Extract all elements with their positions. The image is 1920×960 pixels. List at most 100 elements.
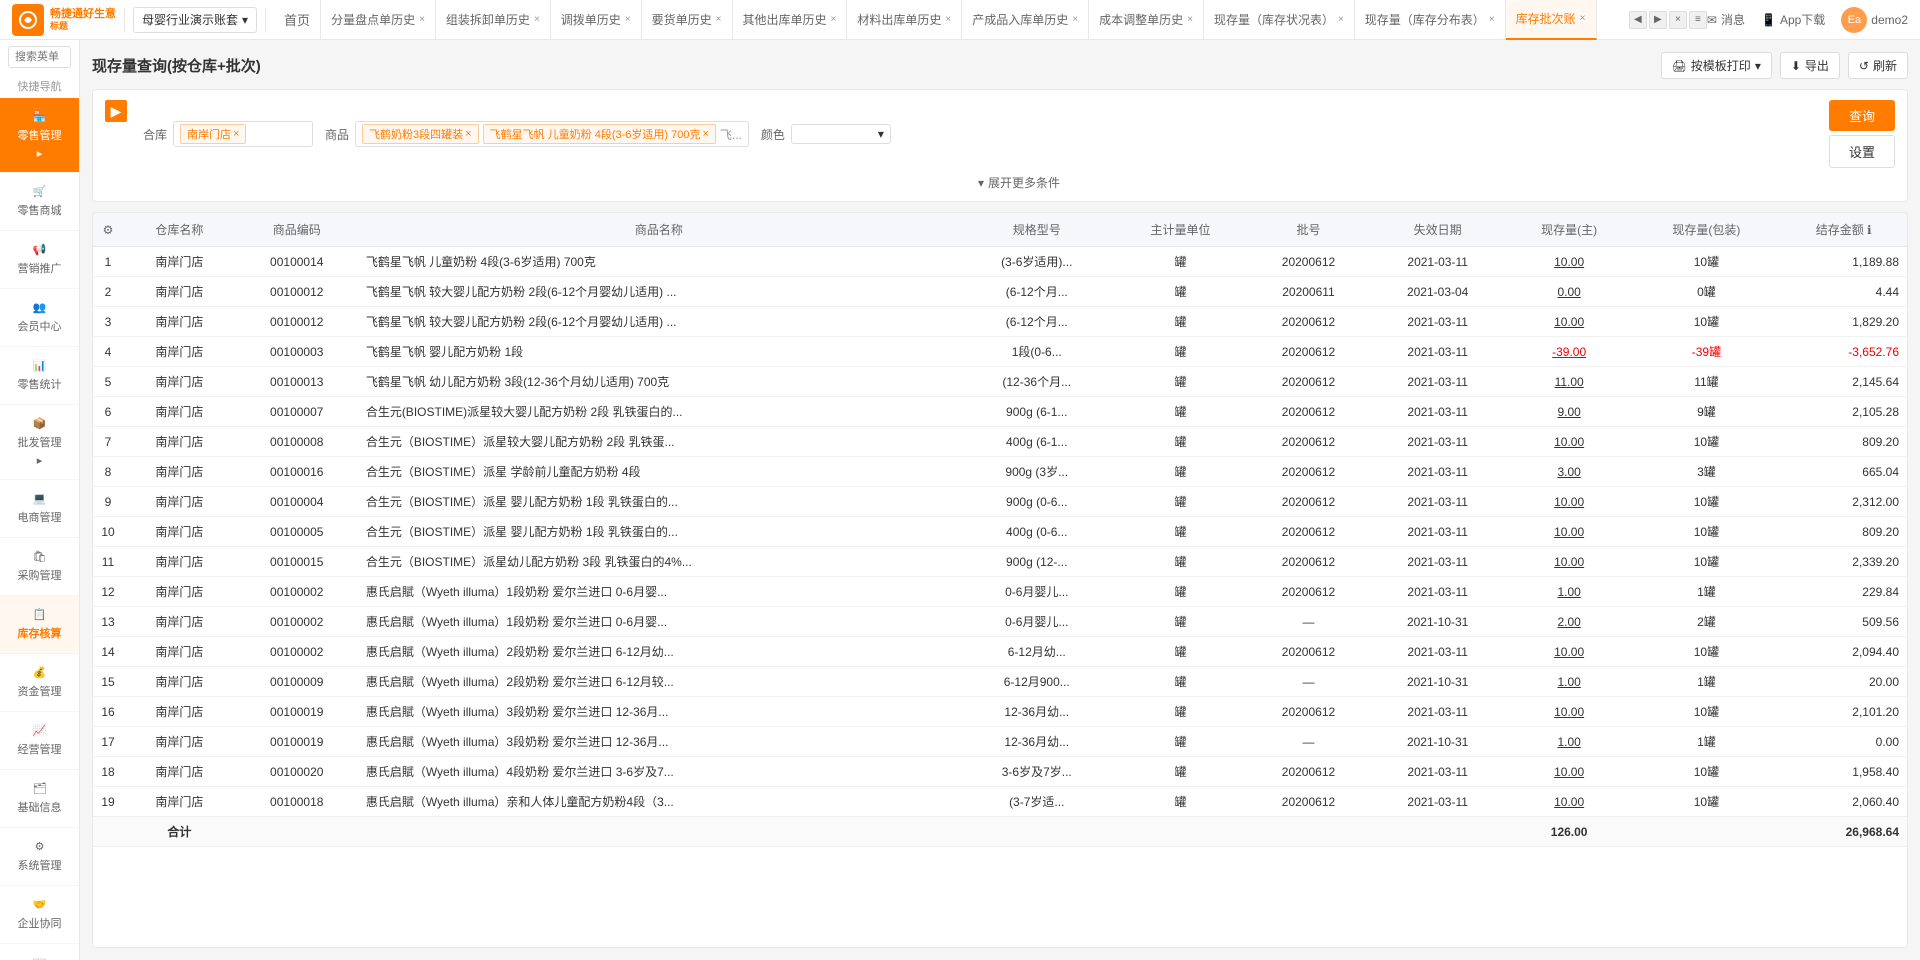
- close-icon[interactable]: ×: [534, 14, 540, 25]
- top-tab-5[interactable]: 材料出库单历史 ×: [847, 0, 962, 40]
- sidebar-item-finance[interactable]: 💰 资金管理: [0, 654, 79, 712]
- basic-icon: 🗂: [33, 782, 47, 795]
- close-icon[interactable]: ×: [419, 14, 425, 25]
- close-icon[interactable]: ×: [831, 14, 837, 25]
- top-tab-6[interactable]: 产成品入库单历史 ×: [962, 0, 1089, 40]
- operation-icon: 📈: [33, 724, 47, 737]
- sidebar-item-system[interactable]: ⚙ 系统管理: [0, 828, 79, 886]
- row-qty-main[interactable]: 10.00: [1506, 247, 1633, 277]
- tab-next-btn[interactable]: ▶: [1649, 11, 1667, 29]
- sidebar-item-mall[interactable]: 🛒 零售商城: [0, 173, 79, 231]
- row-amount: 2,105.28: [1780, 397, 1907, 427]
- sidebar-item-purchase[interactable]: 🛍 采购管理: [0, 538, 79, 596]
- close-icon[interactable]: ×: [716, 14, 722, 25]
- sidebar-item-collab[interactable]: 🤝 企业协同: [0, 886, 79, 944]
- color-input[interactable]: ▾: [791, 124, 891, 144]
- row-qty-main[interactable]: 11.00: [1506, 367, 1633, 397]
- top-tab-3[interactable]: 要货单历史 ×: [642, 0, 733, 40]
- warehouse-tag-group[interactable]: 南岸门店 ×: [173, 121, 313, 147]
- row-qty-main[interactable]: 1.00: [1506, 577, 1633, 607]
- warehouse-filter: 合库 南岸门店 ×: [143, 121, 313, 147]
- row-qty-main[interactable]: -39.00: [1506, 337, 1633, 367]
- template-print-btn[interactable]: 🖨 按模板打印 ▾: [1661, 52, 1772, 79]
- expand-filter-btn[interactable]: ▾ 展开更多条件: [978, 174, 1060, 191]
- warehouse-tag-0[interactable]: 南岸门店 ×: [180, 124, 246, 144]
- sidebar-item-basic[interactable]: 🗂 基础信息: [0, 770, 79, 828]
- app-download-btn[interactable]: 📱 App下载: [1761, 11, 1825, 28]
- row-qty-main[interactable]: 10.00: [1506, 547, 1633, 577]
- row-qty-main[interactable]: 3.00: [1506, 457, 1633, 487]
- refresh-btn[interactable]: ↺ 刷新: [1848, 52, 1908, 79]
- row-code: 00100019: [236, 727, 358, 757]
- sidebar-item-wholesale[interactable]: 📦 批发管理 ▸: [0, 405, 79, 480]
- query-btn[interactable]: 查询: [1829, 100, 1895, 131]
- row-warehouse: 南岸门店: [123, 427, 236, 457]
- product-tag-1[interactable]: 飞鹤星飞帆 儿童奶粉 4段(3-6岁适用) 700克 ×: [483, 124, 716, 144]
- close-icon[interactable]: ×: [1072, 14, 1078, 25]
- remove-product-1-icon[interactable]: ×: [702, 128, 708, 140]
- industry-selector[interactable]: 母婴行业演示账套 ▾: [133, 7, 257, 33]
- sidebar-item-retail[interactable]: 🏪 零售管理 ▸: [0, 98, 79, 173]
- row-qty-main[interactable]: 10.00: [1506, 487, 1633, 517]
- message-btn[interactable]: ✉ 消息: [1707, 11, 1745, 28]
- tab-close-btn[interactable]: ×: [1669, 11, 1687, 29]
- close-icon[interactable]: ×: [1338, 14, 1344, 25]
- close-icon[interactable]: ×: [1580, 13, 1586, 24]
- row-qty-main[interactable]: 10.00: [1506, 307, 1633, 337]
- close-icon[interactable]: ×: [1489, 14, 1495, 25]
- close-icon[interactable]: ×: [1187, 14, 1193, 25]
- row-name: 惠氏启賦（Wyeth illuma）3段奶粉 爱尔兰进口 12-36月...: [358, 697, 960, 727]
- print-icon: 🖨: [1672, 59, 1687, 73]
- row-code: 00100002: [236, 607, 358, 637]
- close-icon[interactable]: ×: [625, 14, 631, 25]
- row-name: 惠氏启賦（Wyeth illuma）1段奶粉 爱尔兰进口 0-6月婴...: [358, 577, 960, 607]
- tab-home[interactable]: 首页: [274, 0, 321, 40]
- sidebar-item-inventory[interactable]: 📋 库存核算: [0, 596, 79, 654]
- top-tab-9[interactable]: 现存量（库存分布表） ×: [1355, 0, 1506, 40]
- top-tab-0[interactable]: 分量盘点单历史 ×: [321, 0, 436, 40]
- row-qty-main[interactable]: 2.00: [1506, 607, 1633, 637]
- row-qty-main[interactable]: 0.00: [1506, 277, 1633, 307]
- sidebar-item-marketing[interactable]: 📢 营销推广: [0, 231, 79, 289]
- close-icon[interactable]: ×: [945, 14, 951, 25]
- top-tab-7[interactable]: 成本调整单历史 ×: [1089, 0, 1204, 40]
- row-qty-main[interactable]: 9.00: [1506, 397, 1633, 427]
- row-qty-main[interactable]: 10.00: [1506, 427, 1633, 457]
- sidebar-item-guide[interactable]: 📖 新手引导: [0, 944, 79, 960]
- row-expire: 2021-03-04: [1370, 277, 1506, 307]
- top-tab-10[interactable]: 库存批次账 ×: [1506, 0, 1597, 40]
- sidebar-item-ecommerce[interactable]: 💻 电商管理: [0, 480, 79, 538]
- row-amount: 665.04: [1780, 457, 1907, 487]
- top-tab-2[interactable]: 调拨单历史 ×: [551, 0, 642, 40]
- product-more[interactable]: 飞...: [720, 126, 742, 143]
- row-name: 飞鹤星飞帆 儿童奶粉 4段(3-6岁适用) 700克: [358, 247, 960, 277]
- remove-product-0-icon[interactable]: ×: [465, 128, 471, 140]
- sidebar-item-operation[interactable]: 📈 经营管理: [0, 712, 79, 770]
- refresh-icon: ↺: [1859, 59, 1869, 73]
- row-qty-main[interactable]: 10.00: [1506, 757, 1633, 787]
- remove-warehouse-icon[interactable]: ×: [233, 128, 239, 140]
- row-qty-main[interactable]: 10.00: [1506, 787, 1633, 817]
- top-tab-4[interactable]: 其他出库单历史 ×: [733, 0, 848, 40]
- product-tag-0[interactable]: 飞鹤奶粉3段四罐装 ×: [362, 124, 479, 144]
- row-qty-main[interactable]: 10.00: [1506, 517, 1633, 547]
- tab-menu-btn[interactable]: ≡: [1689, 11, 1707, 29]
- top-tab-8[interactable]: 现存量（库存状况表） ×: [1204, 0, 1355, 40]
- search-input[interactable]: [8, 46, 71, 68]
- row-expire: 2021-03-11: [1370, 337, 1506, 367]
- tab-prev-btn[interactable]: ◀: [1629, 11, 1647, 29]
- row-qty-main[interactable]: 1.00: [1506, 667, 1633, 697]
- settings-btn[interactable]: 设置: [1829, 135, 1895, 168]
- product-tag-group[interactable]: 飞鹤奶粉3段四罐装 × 飞鹤星飞帆 儿童奶粉 4段(3-6岁适用) 700克 ×…: [355, 121, 749, 147]
- row-warehouse: 南岸门店: [123, 397, 236, 427]
- sidebar-item-member[interactable]: 👥 会员中心: [0, 289, 79, 347]
- export-btn[interactable]: ⬇ 导出: [1780, 52, 1840, 79]
- row-qty-main[interactable]: 10.00: [1506, 697, 1633, 727]
- filter-toggle-btn[interactable]: ▶: [105, 100, 127, 122]
- user-avatar[interactable]: Ea demo2: [1841, 7, 1908, 33]
- col-settings[interactable]: ⚙: [93, 213, 123, 247]
- row-qty-main[interactable]: 1.00: [1506, 727, 1633, 757]
- top-tab-1[interactable]: 组装拆卸单历史 ×: [436, 0, 551, 40]
- sidebar-item-stats[interactable]: 📊 零售统计: [0, 347, 79, 405]
- row-qty-main[interactable]: 10.00: [1506, 637, 1633, 667]
